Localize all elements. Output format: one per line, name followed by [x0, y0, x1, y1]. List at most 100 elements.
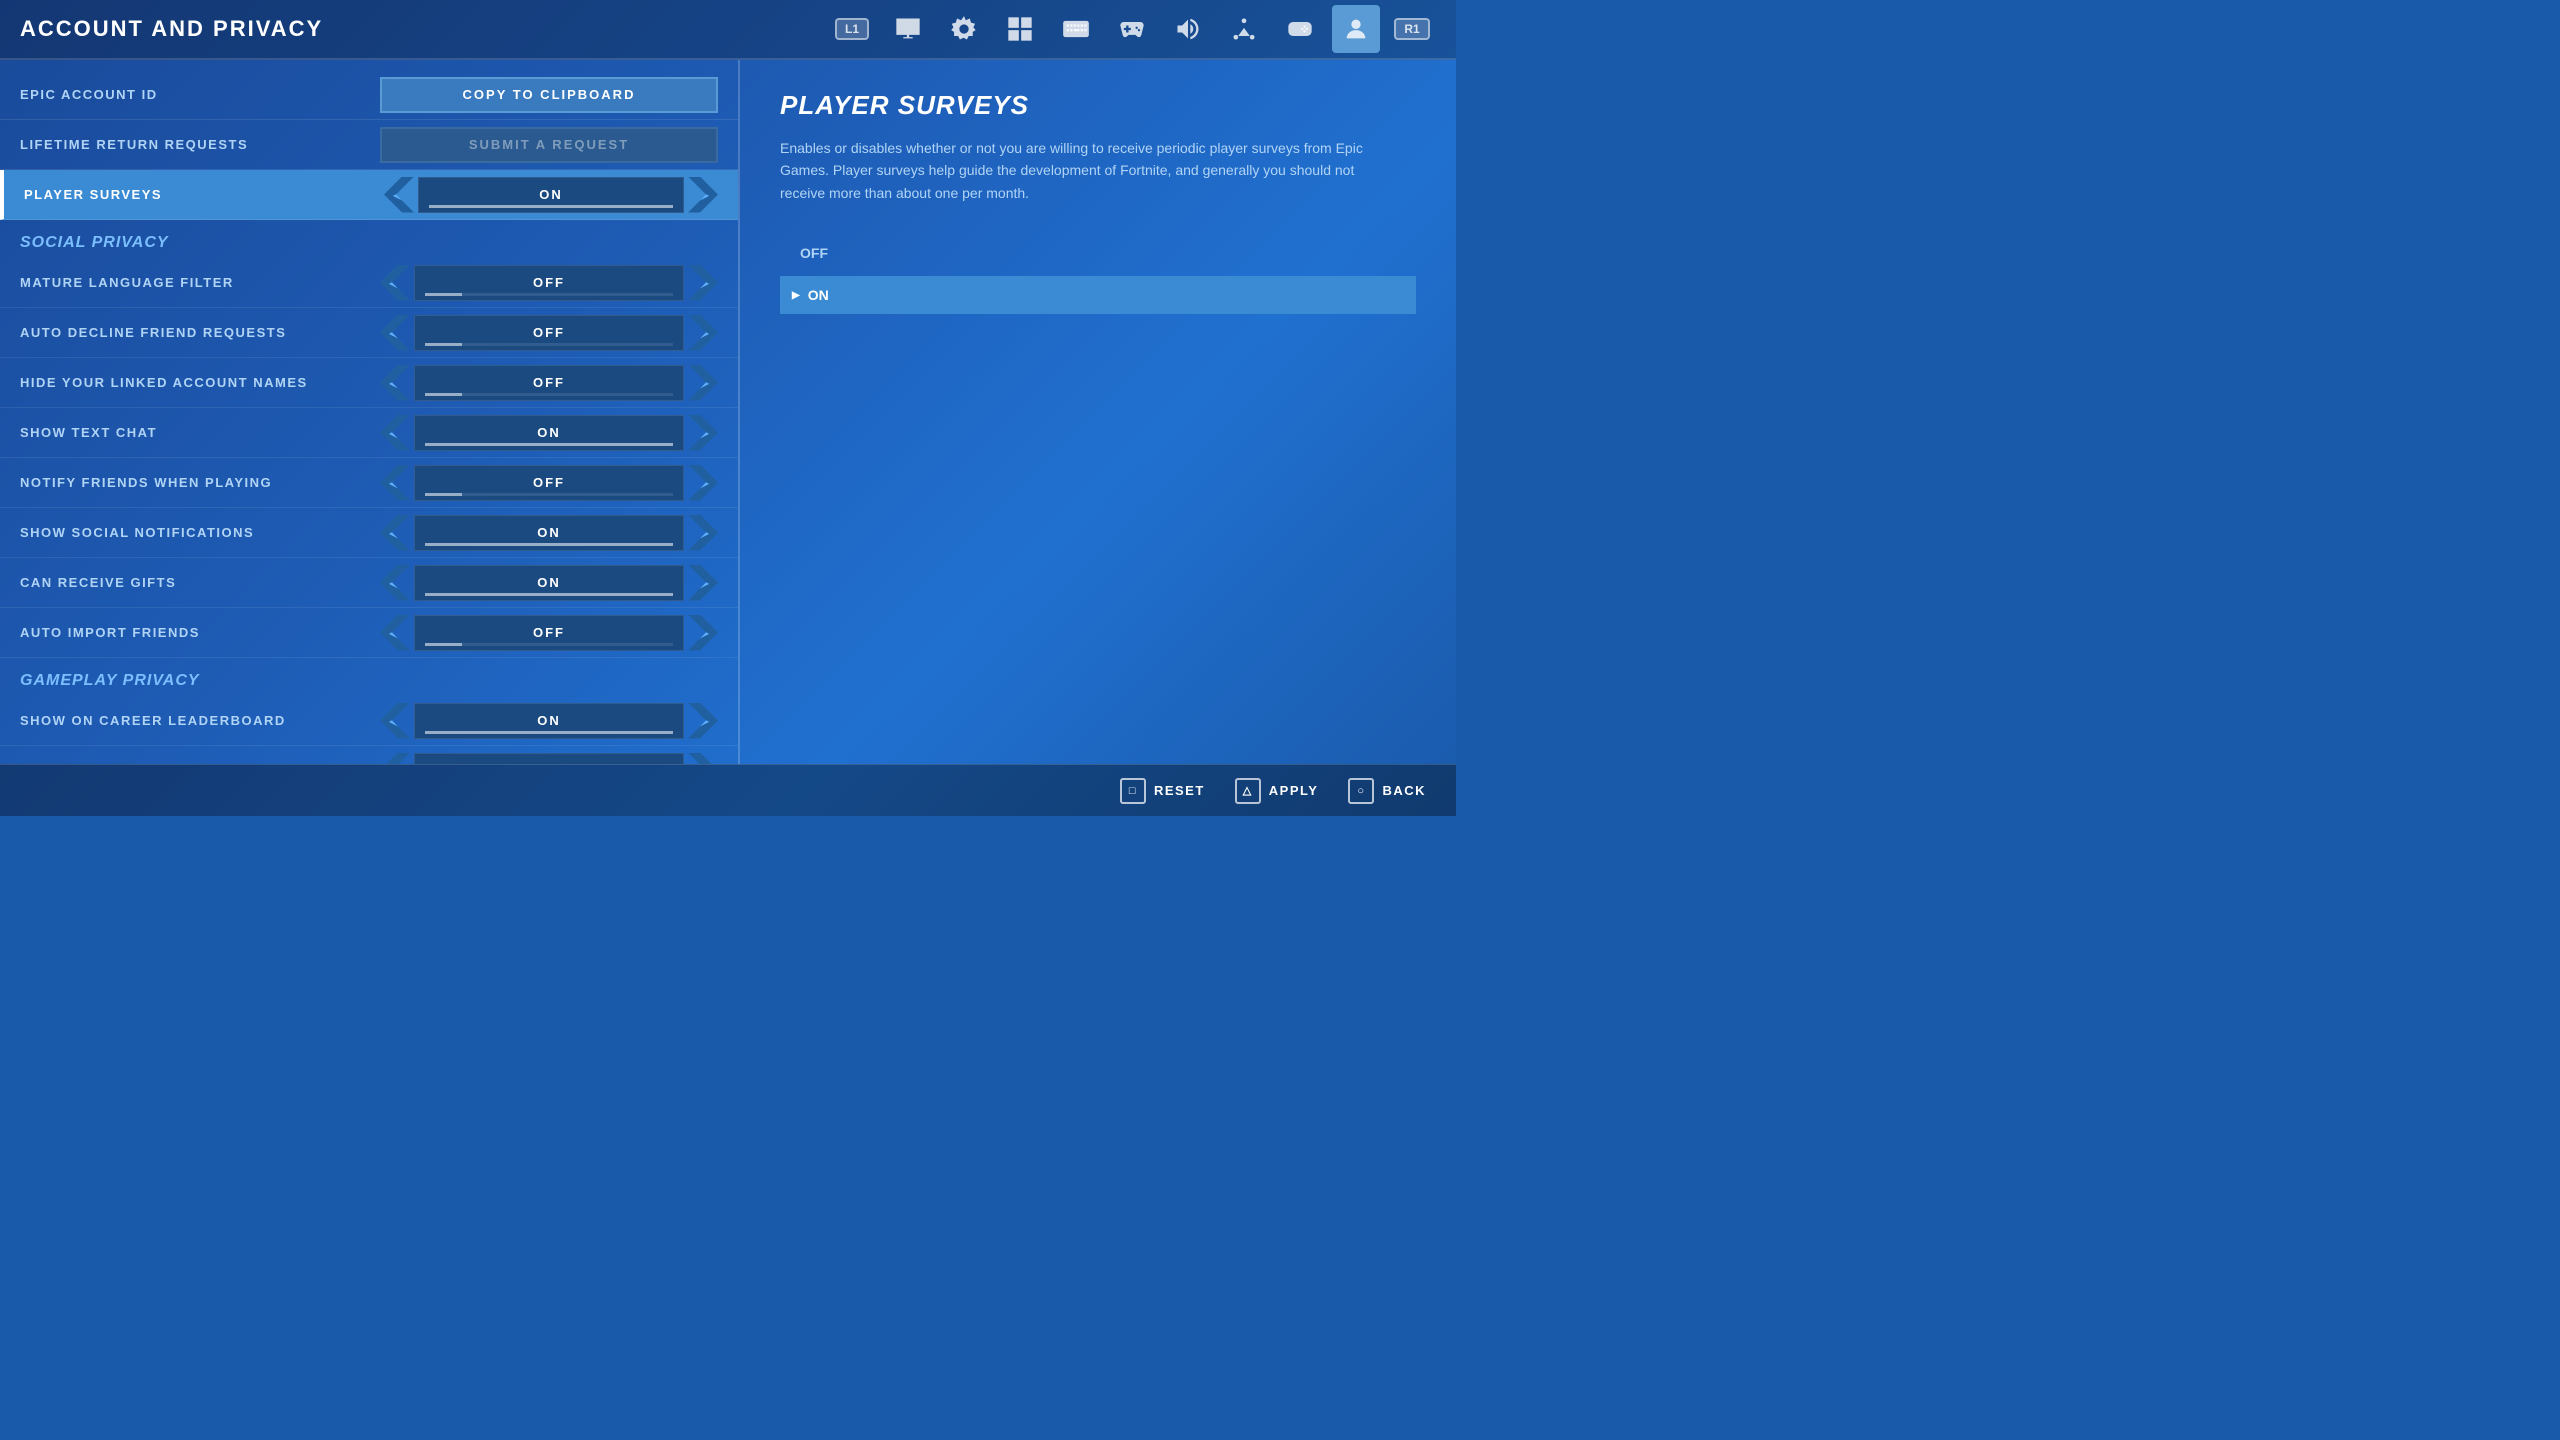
on-indicator: ▶: [792, 290, 800, 301]
hide-linked-accounts-left[interactable]: ◀: [380, 365, 410, 401]
can-receive-gifts-value-box: ON: [414, 565, 684, 601]
show-career-leaderboard-right[interactable]: ▶: [688, 703, 718, 739]
can-receive-gifts-left[interactable]: ◀: [380, 565, 410, 601]
show-career-leaderboard-row[interactable]: SHOW ON CAREER LEADERBOARD ◀ ON ▶: [0, 696, 738, 746]
gamepad2-icon[interactable]: [1276, 5, 1324, 53]
player-surveys-left-arrow[interactable]: ◀: [384, 177, 414, 213]
mature-language-filter-right[interactable]: ▶: [688, 265, 718, 301]
auto-decline-friend-left[interactable]: ◀: [380, 315, 410, 351]
r1-badge-icon[interactable]: R1: [1388, 5, 1436, 53]
can-receive-gifts-control: ◀ ON ▶: [380, 565, 718, 601]
auto-import-friends-left[interactable]: ◀: [380, 615, 410, 651]
notify-friends-label: NOTIFY FRIENDS WHEN PLAYING: [20, 475, 380, 490]
auto-import-friends-row[interactable]: AUTO IMPORT FRIENDS ◀ OFF ▶: [0, 608, 738, 658]
option-off-label: OFF: [800, 245, 828, 261]
l1-badge-icon[interactable]: L1: [828, 5, 876, 53]
reset-label: RESET: [1154, 783, 1205, 798]
monitor-icon[interactable]: [884, 5, 932, 53]
apply-icon: △: [1235, 778, 1261, 804]
hide-linked-accounts-value: OFF: [533, 375, 565, 390]
l1-label: L1: [835, 18, 869, 40]
option-off[interactable]: OFF: [780, 234, 1416, 272]
can-receive-gifts-right[interactable]: ▶: [688, 565, 718, 601]
show-text-chat-left[interactable]: ◀: [380, 415, 410, 451]
option-on-label: ON: [808, 287, 829, 303]
display-icon[interactable]: [996, 5, 1044, 53]
notify-friends-right[interactable]: ▶: [688, 465, 718, 501]
apply-button[interactable]: △ APPLY: [1235, 778, 1319, 804]
hide-linked-accounts-right[interactable]: ▶: [688, 365, 718, 401]
show-text-chat-right[interactable]: ▶: [688, 415, 718, 451]
show-social-notifications-value-box: ON: [414, 515, 684, 551]
show-career-leaderboard-left[interactable]: ◀: [380, 703, 410, 739]
audio-icon[interactable]: [1164, 5, 1212, 53]
auto-decline-friend-value: OFF: [533, 325, 565, 340]
auto-import-friends-value: OFF: [533, 625, 565, 640]
show-social-notifications-value: ON: [537, 525, 561, 540]
right-panel: PLAYER SURVEYS Enables or disables wheth…: [740, 60, 1456, 764]
account-icon[interactable]: [1332, 5, 1380, 53]
option-on[interactable]: ▶ ON: [780, 276, 1416, 314]
show-career-leaderboard-value: ON: [537, 713, 561, 728]
mature-language-filter-bar: [425, 293, 673, 296]
notify-friends-row[interactable]: NOTIFY FRIENDS WHEN PLAYING ◀ OFF ▶: [0, 458, 738, 508]
mature-language-filter-value: OFF: [533, 275, 565, 290]
anonymous-mode-control: ◀ ON ▶: [380, 753, 718, 765]
lifetime-return-label: LIFETIME RETURN REQUESTS: [20, 137, 380, 152]
player-surveys-bar-fill: [429, 205, 673, 208]
player-surveys-right-arrow[interactable]: ▶: [688, 177, 718, 213]
player-surveys-label: PLAYER SURVEYS: [24, 187, 384, 202]
show-social-notifications-label: SHOW SOCIAL NOTIFICATIONS: [20, 525, 380, 540]
show-text-chat-row[interactable]: SHOW TEXT CHAT ◀ ON ▶: [0, 408, 738, 458]
mature-language-filter-control: ◀ OFF ▶: [380, 265, 718, 301]
player-surveys-bar: [429, 205, 673, 208]
can-receive-gifts-value: ON: [537, 575, 561, 590]
copy-to-clipboard-button[interactable]: COPY TO CLIPBOARD: [380, 77, 718, 113]
settings-icon[interactable]: [940, 5, 988, 53]
main-layout: EPIC ACCOUNT ID COPY TO CLIPBOARD LIFETI…: [0, 60, 1456, 764]
gameplay-privacy-header: GAMEPLAY PRIVACY: [0, 658, 738, 696]
show-social-notifications-control: ◀ ON ▶: [380, 515, 718, 551]
notify-friends-left[interactable]: ◀: [380, 465, 410, 501]
right-panel-title: PLAYER SURVEYS: [780, 90, 1416, 121]
auto-import-friends-label: AUTO IMPORT FRIENDS: [20, 625, 380, 640]
keyboard-icon[interactable]: [1052, 5, 1100, 53]
mature-language-filter-value-box: OFF: [414, 265, 684, 301]
auto-import-friends-right[interactable]: ▶: [688, 615, 718, 651]
auto-decline-friend-label: AUTO DECLINE FRIEND REQUESTS: [20, 325, 380, 340]
hide-linked-accounts-label: HIDE YOUR LINKED ACCOUNT NAMES: [20, 375, 380, 390]
back-icon: ○: [1348, 778, 1374, 804]
back-button[interactable]: ○ BACK: [1348, 778, 1426, 804]
player-surveys-row[interactable]: PLAYER SURVEYS ◀ ON ▶: [0, 170, 738, 220]
anonymous-mode-left[interactable]: ◀: [380, 753, 410, 765]
mature-language-filter-row[interactable]: MATURE LANGUAGE FILTER ◀ OFF ▶: [0, 258, 738, 308]
anonymous-mode-right[interactable]: ▶: [688, 753, 718, 765]
network-icon[interactable]: [1220, 5, 1268, 53]
anonymous-mode-row[interactable]: ANONYMOUS MODE ◀ ON ▶: [0, 746, 738, 764]
auto-decline-friend-right[interactable]: ▶: [688, 315, 718, 351]
show-career-leaderboard-control: ◀ ON ▶: [380, 703, 718, 739]
hide-linked-accounts-value-box: OFF: [414, 365, 684, 401]
submit-request-button[interactable]: SUBMIT A REQUEST: [380, 127, 718, 163]
hide-linked-accounts-row[interactable]: HIDE YOUR LINKED ACCOUNT NAMES ◀ OFF ▶: [0, 358, 738, 408]
show-text-chat-control: ◀ ON ▶: [380, 415, 718, 451]
controller-icon[interactable]: [1108, 5, 1156, 53]
mature-language-filter-left[interactable]: ◀: [380, 265, 410, 301]
notify-friends-value: OFF: [533, 475, 565, 490]
show-text-chat-value-box: ON: [414, 415, 684, 451]
can-receive-gifts-row[interactable]: CAN RECEIVE GIFTS ◀ ON ▶: [0, 558, 738, 608]
show-social-notifications-left[interactable]: ◀: [380, 515, 410, 551]
option-list: OFF ▶ ON: [780, 234, 1416, 314]
auto-decline-friend-row[interactable]: AUTO DECLINE FRIEND REQUESTS ◀ OFF ▶: [0, 308, 738, 358]
show-social-notifications-row[interactable]: SHOW SOCIAL NOTIFICATIONS ◀ ON ▶: [0, 508, 738, 558]
mature-language-filter-label: MATURE LANGUAGE FILTER: [20, 275, 380, 290]
epic-account-label: EPIC ACCOUNT ID: [20, 87, 380, 102]
social-privacy-header: SOCIAL PRIVACY: [0, 220, 738, 258]
show-text-chat-value: ON: [537, 425, 561, 440]
page-title: ACCOUNT AND PRIVACY: [20, 16, 323, 42]
left-panel: EPIC ACCOUNT ID COPY TO CLIPBOARD LIFETI…: [0, 60, 740, 764]
auto-import-friends-control: ◀ OFF ▶: [380, 615, 718, 651]
show-social-notifications-right[interactable]: ▶: [688, 515, 718, 551]
reset-button[interactable]: □ RESET: [1120, 778, 1205, 804]
auto-decline-friend-control: ◀ OFF ▶: [380, 315, 718, 351]
